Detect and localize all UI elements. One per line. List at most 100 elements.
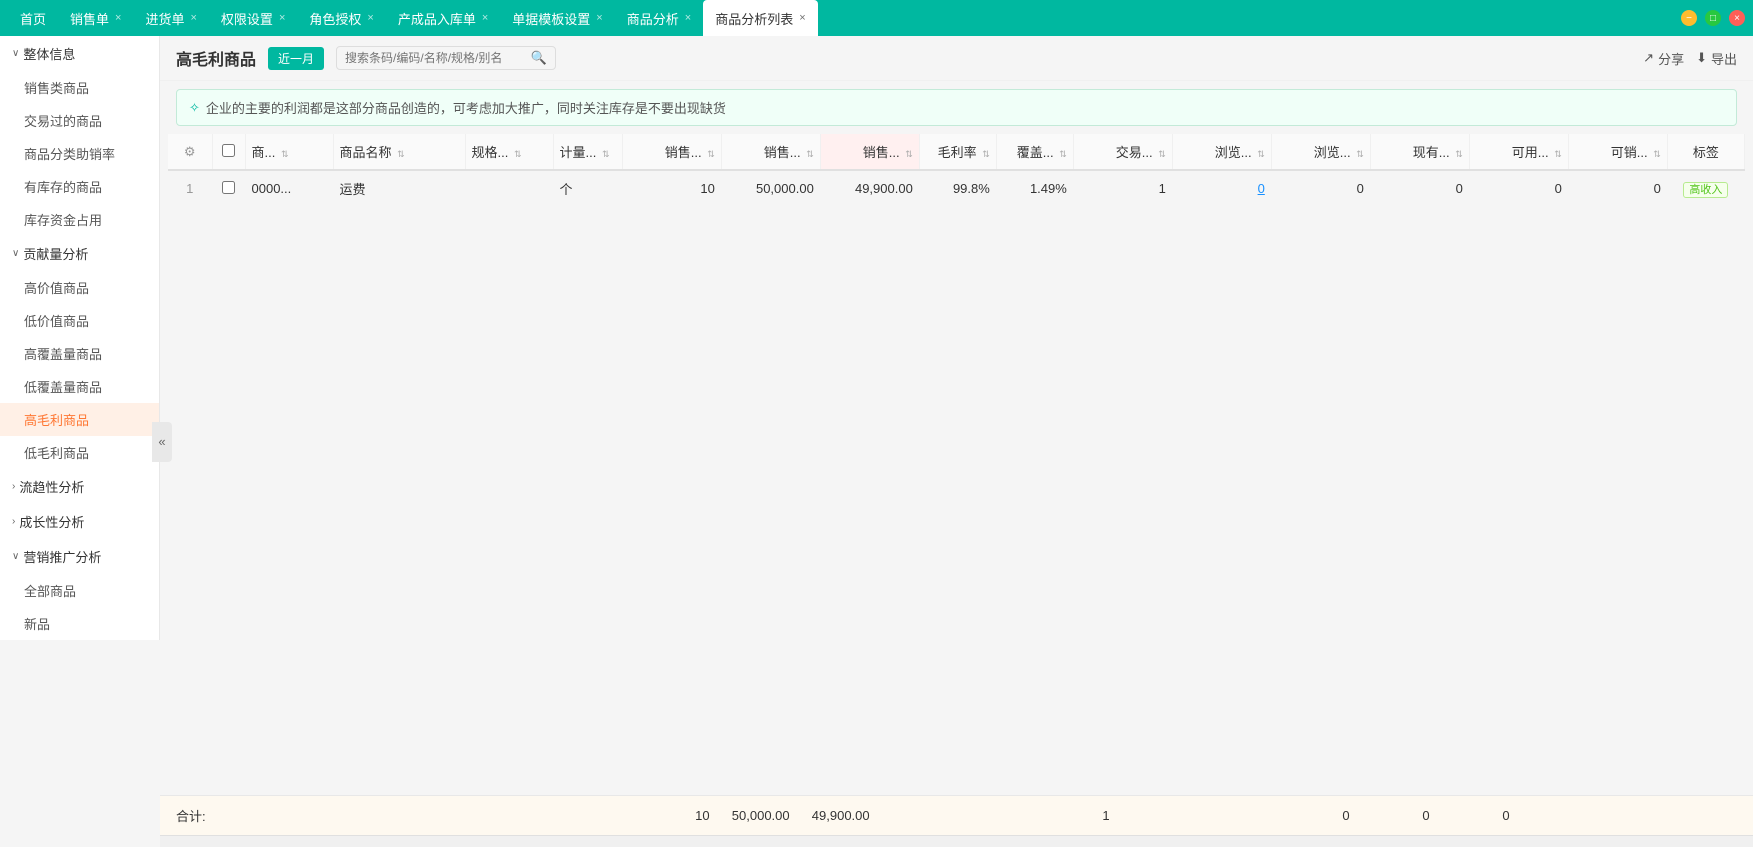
sort-trade-icon: ⇅ [1158,149,1166,159]
minimize-button[interactable]: − [1681,10,1697,26]
sidebar-item-new-goods[interactable]: 新品 [0,607,159,640]
footer-trade: 1 [1036,808,1116,823]
col-header-gross-rate[interactable]: 毛利率 ⇅ [919,134,996,170]
sidebar-item-sales-goods[interactable]: 销售类商品 [0,71,159,104]
sidebar-item-high-coverage[interactable]: 高覆盖量商品 [0,337,159,370]
col-header-tag[interactable]: 标签 [1667,134,1744,170]
cell-saleable: 0 [1568,170,1667,207]
sidebar-item-in-stock[interactable]: 有库存的商品 [0,170,159,203]
data-table: ⚙ 商... ⇅ 商品名称 ⇅ [168,134,1745,207]
search-box: 🔍 [336,46,556,70]
nav-item-purchase[interactable]: 进货单 × [133,0,208,36]
horizontal-scrollbar[interactable] [160,835,1753,847]
sidebar-group-trend[interactable]: › 流趋性分析 [0,469,159,504]
col-header-sales-amount[interactable]: 销售... ⇅ [721,134,820,170]
info-banner: ✧ 企业的主要的利润都是这部分商品创造的，可考虑加大推广，同时关注库存是不要出现… [176,89,1737,126]
sidebar-item-traded-goods[interactable]: 交易过的商品 [0,104,159,137]
sort-browse2-icon: ⇅ [1356,149,1364,159]
cell-current: 0 [1370,170,1469,207]
cell-gross-rate: 99.8% [919,170,996,207]
cell-browse1[interactable]: 0 [1172,170,1271,207]
row-checkbox[interactable] [222,181,235,194]
nav-item-analysis-list[interactable]: 商品分析列表 × [703,0,817,36]
sort-sales-amount-icon: ⇅ [806,149,814,159]
sidebar-item-high-value[interactable]: 高价值商品 [0,271,159,304]
sidebar-item-capital-occupation[interactable]: 库存资金占用 [0,203,159,236]
col-header-cover-rate[interactable]: 覆盖... ⇅ [996,134,1073,170]
col-header-sales-cost[interactable]: 销售... ⇅ [820,134,919,170]
sidebar-collapse-button[interactable]: « [152,422,172,462]
col-header-spec[interactable]: 规格... ⇅ [465,134,553,170]
select-all-checkbox[interactable] [222,144,235,157]
col-header-code[interactable]: 商... ⇅ [245,134,333,170]
sidebar-group-overall[interactable]: ∨ 整体信息 [0,36,159,71]
close-purchase-tab[interactable]: × [190,12,196,24]
cell-sales-amount: 50,000.00 [721,170,820,207]
sidebar-wrapper: ∨ 整体信息 销售类商品 交易过的商品 商品分类助销率 有库存的商品 库存资金占… [0,36,160,847]
col-header-settings[interactable]: ⚙ [168,134,212,170]
sidebar-item-low-coverage[interactable]: 低覆盖量商品 [0,370,159,403]
maximize-button[interactable]: □ [1705,10,1721,26]
info-icon: ✧ [189,100,200,116]
cell-sales-qty: 10 [622,170,721,207]
close-template-tab[interactable]: × [596,12,602,24]
footer-current: 0 [1276,808,1356,823]
col-header-name[interactable]: 商品名称 ⇅ [333,134,465,170]
sidebar-item-low-margin[interactable]: 低毛利商品 [0,436,159,469]
nav-item-role[interactable]: 角色授权 × [297,0,385,36]
col-header-browse2[interactable]: 浏览... ⇅ [1271,134,1370,170]
sidebar-item-category-rate[interactable]: 商品分类助销率 [0,137,159,170]
col-header-current[interactable]: 现有... ⇅ [1370,134,1469,170]
close-analysis-list-tab[interactable]: × [799,12,805,24]
col-header-available[interactable]: 可用... ⇅ [1469,134,1568,170]
content-wrapper: 高毛利商品 近一月 🔍 ↗ 分享 ⬇ 导出 ✧ 企业的主要的利润都是这部分商品创… [160,36,1753,847]
col-header-unit[interactable]: 计量... ⇅ [553,134,622,170]
sidebar-item-all-goods[interactable]: 全部商品 [0,574,159,607]
cell-available: 0 [1469,170,1568,207]
sidebar-group-contribution[interactable]: ∨ 贡献量分析 [0,236,159,271]
close-button[interactable]: × [1729,10,1745,26]
arrow-growth: › [12,516,15,527]
nav-item-home[interactable]: 首页 [8,0,58,36]
close-role-tab[interactable]: × [367,12,373,24]
col-header-trade[interactable]: 交易... ⇅ [1073,134,1172,170]
search-icon[interactable]: 🔍 [531,50,547,66]
col-header-browse1[interactable]: 浏览... ⇅ [1172,134,1271,170]
col-header-check[interactable] [212,134,245,170]
cell-sales-cost: 49,900.00 [820,170,919,207]
arrow-contribution: ∨ [12,248,19,259]
share-icon: ↗ [1643,50,1654,66]
cell-tag: 高收入 [1667,170,1744,207]
close-permission-tab[interactable]: × [279,12,285,24]
sort-browse1-icon: ⇅ [1257,149,1265,159]
sort-sales-qty-icon: ⇅ [707,149,715,159]
sidebar-group-growth[interactable]: › 成长性分析 [0,504,159,539]
content-header: 高毛利商品 近一月 🔍 ↗ 分享 ⬇ 导出 [160,36,1753,81]
nav-item-template[interactable]: 单据模板设置 × [500,0,614,36]
sidebar-item-low-value[interactable]: 低价值商品 [0,304,159,337]
sidebar-group-marketing[interactable]: ∨ 营销推广分析 [0,539,159,574]
nav-item-sales[interactable]: 销售单 × [58,0,133,36]
search-input[interactable] [345,51,531,65]
main-layout: ∨ 整体信息 销售类商品 交易过的商品 商品分类助销率 有库存的商品 库存资金占… [0,36,1753,847]
close-analysis-tab[interactable]: × [685,12,691,24]
cell-trade: 1 [1073,170,1172,207]
sidebar-item-high-margin[interactable]: 高毛利商品 [0,403,159,436]
table-row: 1 0000... 运费 个 [168,170,1745,207]
nav-item-product-analysis[interactable]: 商品分析 × [615,0,703,36]
arrow-overall: ∨ [12,48,19,59]
export-button[interactable]: ⬇ 导出 [1696,49,1737,68]
sort-cover-rate-icon: ⇅ [1059,149,1067,159]
period-button[interactable]: 近一月 [268,47,324,70]
col-header-sales-qty[interactable]: 销售... ⇅ [622,134,721,170]
window-controls: − □ × [1681,10,1745,26]
close-sales-tab[interactable]: × [115,12,121,24]
share-button[interactable]: ↗ 分享 [1643,49,1684,68]
nav-item-production[interactable]: 产成品入库单 × [386,0,500,36]
sort-gross-rate-icon: ⇅ [982,149,990,159]
nav-item-permission[interactable]: 权限设置 × [209,0,297,36]
col-header-saleable[interactable]: 可销... ⇅ [1568,134,1667,170]
close-production-tab[interactable]: × [482,12,488,24]
cell-check[interactable] [212,170,245,207]
cell-browse2: 0 [1271,170,1370,207]
